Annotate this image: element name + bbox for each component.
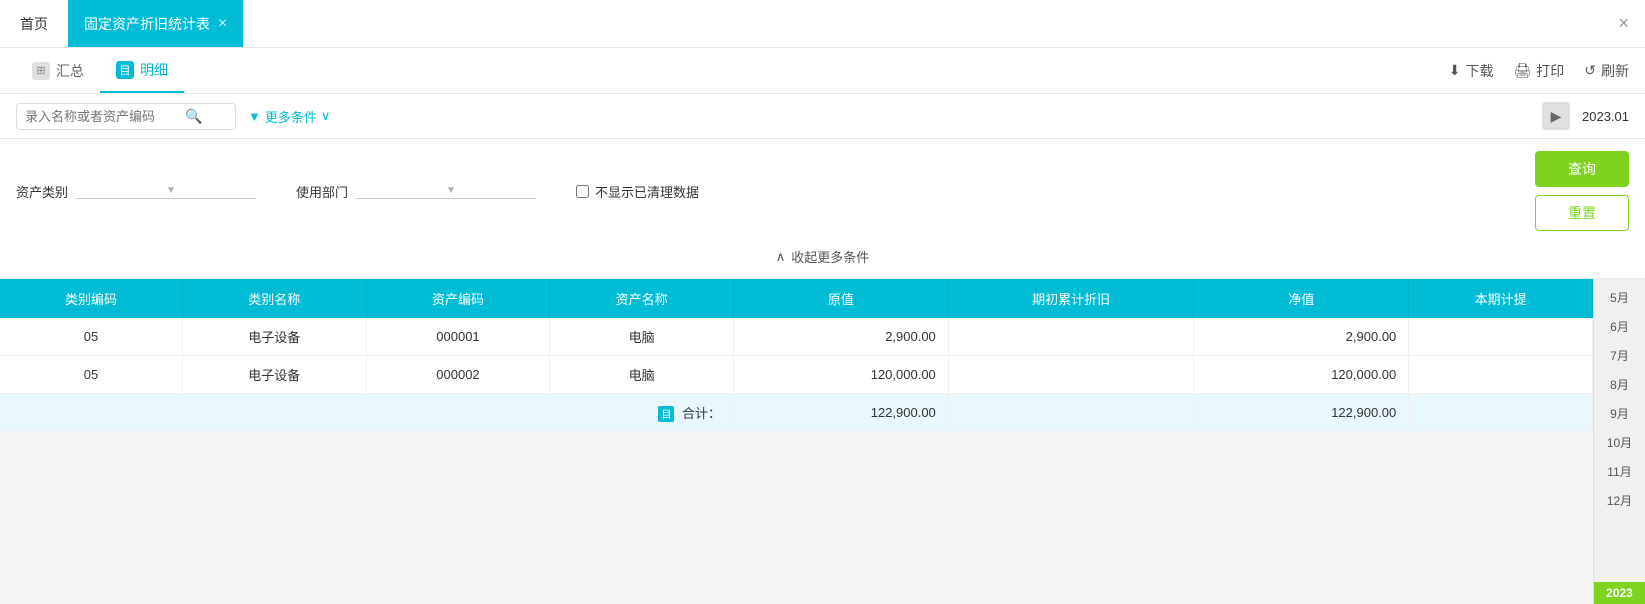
- download-button[interactable]: ⬇ 下载: [1449, 61, 1494, 81]
- table-total-row: 目 合计： 122,900.00 122,900.00: [0, 394, 1593, 432]
- cell-accumulated-depreciation: [948, 318, 1194, 356]
- cell-original-value: 2,900.00: [733, 318, 948, 356]
- total-accumulated-depreciation: [948, 394, 1194, 432]
- department-label: 使用部门: [296, 182, 348, 201]
- col-net-value: 净值: [1194, 279, 1409, 318]
- month-item[interactable]: 10月: [1594, 428, 1645, 457]
- cell-net-value: 120,000.00: [1194, 356, 1409, 394]
- cell-period-depreciation: [1409, 356, 1593, 394]
- nav-home[interactable]: 首页: [0, 14, 68, 34]
- total-net-value: 122,900.00: [1194, 394, 1409, 432]
- tab-detail-label: 明细: [140, 60, 168, 80]
- total-icon: 目: [658, 406, 674, 422]
- top-nav: 首页 固定资产折旧统计表 × ×: [0, 0, 1645, 48]
- window-close-button[interactable]: ×: [1618, 13, 1629, 34]
- cell-accumulated-depreciation: [948, 356, 1194, 394]
- month-item[interactable]: 5月: [1594, 283, 1645, 312]
- cell-net-value: 2,900.00: [1194, 318, 1409, 356]
- total-period-depreciation: [1409, 394, 1593, 432]
- cell-original-value: 120,000.00: [733, 356, 948, 394]
- month-item[interactable]: 8月: [1594, 370, 1645, 399]
- download-label: 下载: [1465, 61, 1493, 81]
- month-item[interactable]: 6月: [1594, 312, 1645, 341]
- more-filter-label: 更多条件: [265, 107, 317, 126]
- hide-cleared-field: 不显示已清理数据: [576, 182, 699, 201]
- asset-category-select[interactable]: ▼: [76, 183, 256, 199]
- col-asset-name: 资产名称: [550, 279, 734, 318]
- department-arrow: ▼: [446, 185, 532, 196]
- tab-detail[interactable]: 目 明细: [100, 48, 184, 93]
- summary-tab-icon: ⊞: [32, 62, 50, 80]
- nav-tab-label: 固定资产折旧统计表: [84, 14, 210, 34]
- col-asset-code: 资产编码: [366, 279, 550, 318]
- refresh-icon: ↺: [1584, 62, 1596, 79]
- col-period-depreciation: 本期计提: [1409, 279, 1593, 318]
- sub-tabs-bar: ⊞ 汇总 目 明细 ⬇ 下载 🖨 打印 ↺ 刷新: [0, 48, 1645, 94]
- tab-summary-label: 汇总: [56, 61, 84, 81]
- right-panel: 5月6月7月8月9月10月11月12月 2023: [1593, 279, 1645, 604]
- asset-category-field: 资产类别 ▼: [16, 182, 256, 201]
- cell-category-code: 05: [0, 356, 182, 394]
- refresh-label: 刷新: [1601, 61, 1629, 81]
- cell-asset-code: 000001: [366, 318, 550, 356]
- cell-period-depreciation: [1409, 318, 1593, 356]
- month-item[interactable]: 7月: [1594, 341, 1645, 370]
- reset-button[interactable]: 重置: [1535, 195, 1629, 231]
- detail-tab-icon: 目: [116, 61, 134, 79]
- date-label: 2023.01: [1582, 109, 1629, 124]
- month-item[interactable]: 12月: [1594, 486, 1645, 515]
- hide-cleared-label: 不显示已清理数据: [595, 182, 699, 201]
- more-filter-chevron: ∨: [321, 108, 331, 124]
- filter-icon: ▼: [248, 109, 261, 124]
- data-table: 类别编码 类别名称 资产编码 资产名称 原值 期初累计折旧 净值 本期计提 05…: [0, 279, 1593, 432]
- nav-tab-active[interactable]: 固定资产折旧统计表 ×: [68, 0, 243, 47]
- left-panel: 类别编码 类别名称 资产编码 资产名称 原值 期初累计折旧 净值 本期计提 05…: [0, 279, 1593, 604]
- table-row: 05 电子设备 000002 电脑 120,000.00 120,000.00: [0, 356, 1593, 394]
- print-label: 打印: [1536, 61, 1564, 81]
- col-category-code: 类别编码: [0, 279, 182, 318]
- tab-summary[interactable]: ⊞ 汇总: [16, 48, 100, 93]
- query-button[interactable]: 查询: [1535, 151, 1629, 187]
- col-original-value: 原值: [733, 279, 948, 318]
- department-field: 使用部门 ▼: [296, 182, 536, 201]
- cell-asset-name: 电脑: [550, 356, 734, 394]
- search-bar: 🔍 ▼ 更多条件 ∨ ▶ 2023.01: [0, 94, 1645, 139]
- department-select[interactable]: ▼: [356, 183, 536, 199]
- col-accumulated-depreciation: 期初累计折旧: [948, 279, 1194, 318]
- collapse-button[interactable]: ∧ 收起更多条件: [16, 241, 1629, 270]
- main-content: 类别编码 类别名称 资产编码 资产名称 原值 期初累计折旧 净值 本期计提 05…: [0, 279, 1645, 604]
- filter-row: 资产类别 ▼ 使用部门 ▼ 不显示已清理数据 查询 重置: [16, 151, 1629, 231]
- download-icon: ⬇: [1449, 62, 1461, 79]
- more-filter-button[interactable]: ▼ 更多条件 ∨: [248, 107, 330, 126]
- nav-arrow-right[interactable]: ▶: [1542, 102, 1570, 130]
- search-input-wrap: 🔍: [16, 103, 236, 130]
- nav-tab-close[interactable]: ×: [218, 15, 227, 33]
- search-icon: 🔍: [185, 108, 202, 125]
- print-button[interactable]: 🖨 打印: [1513, 61, 1564, 81]
- cell-asset-name: 电脑: [550, 318, 734, 356]
- hide-cleared-checkbox[interactable]: [576, 185, 589, 198]
- total-label: 目 合计：: [0, 394, 733, 432]
- collapse-label: 收起更多条件: [791, 247, 869, 266]
- table-row: 05 电子设备 000001 电脑 2,900.00 2,900.00: [0, 318, 1593, 356]
- filter-area: 资产类别 ▼ 使用部门 ▼ 不显示已清理数据 查询 重置 ∧ 收起更多条件: [0, 139, 1645, 279]
- month-item[interactable]: 9月: [1594, 399, 1645, 428]
- table-header-row: 类别编码 类别名称 资产编码 资产名称 原值 期初累计折旧 净值 本期计提: [0, 279, 1593, 318]
- asset-category-label: 资产类别: [16, 182, 68, 201]
- month-item[interactable]: 11月: [1594, 457, 1645, 486]
- cell-category-code: 05: [0, 318, 182, 356]
- col-category-name: 类别名称: [182, 279, 366, 318]
- print-icon: 🖨: [1513, 62, 1531, 79]
- collapse-icon: ∧: [776, 249, 786, 265]
- cell-asset-code: 000002: [366, 356, 550, 394]
- toolbar-right: ⬇ 下载 🖨 打印 ↺ 刷新: [1449, 61, 1629, 81]
- search-input[interactable]: [25, 109, 185, 124]
- cell-category-name: 电子设备: [182, 318, 366, 356]
- cell-category-name: 电子设备: [182, 356, 366, 394]
- refresh-button[interactable]: ↺ 刷新: [1584, 61, 1629, 81]
- year-badge[interactable]: 2023: [1594, 582, 1645, 604]
- total-original-value: 122,900.00: [733, 394, 948, 432]
- asset-category-arrow: ▼: [166, 185, 252, 196]
- table-wrap: 类别编码 类别名称 资产编码 资产名称 原值 期初累计折旧 净值 本期计提 05…: [0, 279, 1593, 604]
